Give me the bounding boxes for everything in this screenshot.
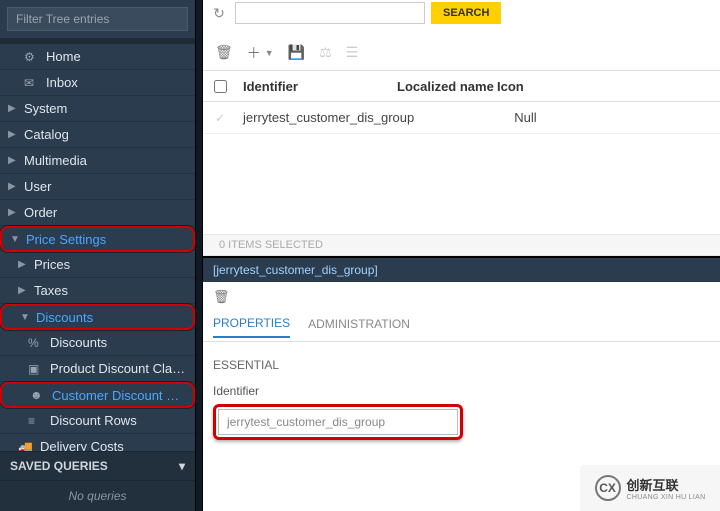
- table-empty-space: [203, 134, 720, 234]
- tag-icon: %: [28, 336, 44, 350]
- list-toolbar: 🗑 ＋ ▼ 💾 ⚖ ☰: [203, 36, 720, 70]
- section-essential: ESSENTIAL: [203, 342, 720, 378]
- sidebar-item-product-discount-classes[interactable]: ▣ Product Discount Classes: [0, 356, 195, 382]
- sidebar-item-label: Price Settings: [26, 232, 187, 247]
- filter-tree-input[interactable]: [7, 7, 188, 31]
- chevron-right-icon: ▶: [8, 181, 20, 192]
- saved-queries-title: SAVED QUERIES: [10, 459, 108, 473]
- sidebar-item-delivery-costs[interactable]: 🚚 Delivery Costs: [0, 434, 195, 451]
- sidebar-item-label: Inbox: [46, 75, 189, 90]
- results-table: Identifier Localized name Icon ✓ jerryte…: [203, 70, 720, 256]
- sidebar-item-label: Order: [24, 205, 189, 220]
- watermark-logo-icon: CX: [595, 475, 621, 501]
- vertical-splitter[interactable]: [195, 0, 203, 511]
- identifier-field-wrap: [203, 404, 720, 440]
- saved-queries-empty: No queries: [0, 481, 195, 511]
- sidebar-item-label: Prices: [34, 257, 189, 272]
- table-row[interactable]: ✓ jerrytest_customer_dis_group Null: [203, 102, 720, 134]
- cell-icon: Null: [514, 110, 720, 125]
- chevron-right-icon: ▶: [18, 285, 30, 296]
- sidebar-item-discount-rows[interactable]: ≡ Discount Rows: [0, 408, 195, 434]
- cell-identifier: jerrytest_customer_dis_group: [237, 110, 414, 125]
- list-icon[interactable]: ☰: [346, 44, 359, 61]
- col-localized[interactable]: Localized name: [397, 79, 497, 94]
- sidebar-item-label: Product Discount Classes: [50, 361, 189, 376]
- table-header-row: Identifier Localized name Icon: [203, 70, 720, 102]
- sidebar-item-inbox[interactable]: ✉ Inbox: [0, 70, 195, 96]
- highlight-box: [213, 404, 463, 440]
- sidebar-item-customer-discount-groups[interactable]: ☻ Customer Discount Groups: [0, 382, 195, 408]
- watermark-py: CHUANG XIN HU LIAN: [627, 494, 706, 501]
- sidebar-item-label: Taxes: [34, 283, 189, 298]
- globe-icon: ⚙: [24, 50, 40, 64]
- delete-icon[interactable]: 🗑: [215, 44, 233, 61]
- sidebar-item-label: System: [24, 101, 189, 116]
- detail-header: [jerrytest_customer_dis_group]: [203, 256, 720, 282]
- save-icon[interactable]: 💾: [288, 44, 305, 61]
- sidebar-item-catalog[interactable]: ▶ Catalog: [0, 122, 195, 148]
- sidebar-item-label: Discount Rows: [50, 413, 189, 428]
- funnel-icon[interactable]: ▾: [179, 459, 185, 473]
- watermark-text: 创新互联 CHUANG XIN HU LIAN: [627, 475, 706, 501]
- compare-icon[interactable]: ⚖: [319, 44, 332, 61]
- rows-icon: ≡: [28, 414, 44, 428]
- select-all-checkbox[interactable]: [214, 80, 227, 93]
- sidebar-item-label: Multimedia: [24, 153, 189, 168]
- watermark: CX 创新互联 CHUANG XIN HU LIAN: [580, 465, 720, 511]
- box-icon: ▣: [28, 362, 44, 376]
- chevron-right-icon: ▶: [8, 129, 20, 140]
- sidebar-item-multimedia[interactable]: ▶ Multimedia: [0, 148, 195, 174]
- sidebar-item-discounts-leaf[interactable]: % Discounts: [0, 330, 195, 356]
- chevron-right-icon: ▶: [8, 207, 20, 218]
- col-icon[interactable]: Icon: [497, 79, 720, 94]
- identifier-label: Identifier: [203, 378, 720, 404]
- sidebar-item-prices[interactable]: ▶ Prices: [0, 252, 195, 278]
- detail-toolbar: 🗑: [203, 282, 720, 312]
- sidebar-item-system[interactable]: ▶ System: [0, 96, 195, 122]
- search-row: ↻ SEARCH: [203, 0, 720, 26]
- filter-tree-wrap: [0, 0, 195, 38]
- sidebar-item-label: Discounts: [36, 310, 187, 325]
- chevron-right-icon: ▶: [8, 155, 20, 166]
- sidebar-item-label: Delivery Costs: [40, 439, 189, 451]
- users-icon: ☻: [30, 388, 46, 402]
- sidebar-item-label: Home: [46, 49, 189, 64]
- dropdown-caret-icon[interactable]: ▼: [265, 48, 274, 58]
- chevron-right-icon: ▶: [8, 103, 20, 114]
- saved-queries: SAVED QUERIES ▾ No queries: [0, 451, 195, 511]
- chevron-down-icon: ▼: [20, 312, 32, 323]
- nav-tree: ⚙ Home ✉ Inbox ▶ System ▶ Catalog ▶ Mult…: [0, 44, 195, 451]
- sidebar-item-order[interactable]: ▶ Order: [0, 200, 195, 226]
- main-area: ↻ SEARCH 🗑 ＋ ▼ 💾 ⚖ ☰ Identifier Localize…: [203, 0, 720, 511]
- tab-properties[interactable]: PROPERTIES: [213, 316, 290, 338]
- inbox-icon: ✉: [24, 76, 40, 90]
- search-input[interactable]: [235, 2, 425, 24]
- detail-title: [jerrytest_customer_dis_group]: [213, 263, 378, 277]
- chevron-right-icon: ▶: [18, 259, 30, 270]
- identifier-input[interactable]: [218, 409, 458, 435]
- chevron-down-icon: ▼: [10, 234, 22, 245]
- sidebar-item-user[interactable]: ▶ User: [0, 174, 195, 200]
- detail-tabs: PROPERTIES ADMINISTRATION: [203, 312, 720, 342]
- sidebar-item-taxes[interactable]: ▶ Taxes: [0, 278, 195, 304]
- sidebar-item-label: Discounts: [50, 335, 189, 350]
- sidebar-item-label: User: [24, 179, 189, 194]
- refresh-icon[interactable]: ↻: [209, 5, 229, 22]
- sidebar-item-home[interactable]: ⚙ Home: [0, 44, 195, 70]
- selection-count: 0 ITEMS SELECTED: [203, 234, 720, 256]
- search-button[interactable]: SEARCH: [431, 2, 501, 24]
- watermark-cn: 创新互联: [627, 475, 706, 494]
- col-identifier[interactable]: Identifier: [237, 79, 397, 94]
- check-icon[interactable]: ✓: [215, 111, 225, 125]
- saved-queries-header[interactable]: SAVED QUERIES ▾: [0, 451, 195, 481]
- add-icon[interactable]: ＋: [247, 43, 261, 63]
- sidebar-item-price-settings[interactable]: ▼ Price Settings: [0, 226, 195, 252]
- sidebar-item-label: Customer Discount Groups: [52, 388, 187, 403]
- sidebar-item-label: Catalog: [24, 127, 189, 142]
- sidebar: ⚙ Home ✉ Inbox ▶ System ▶ Catalog ▶ Mult…: [0, 0, 195, 511]
- delete-icon[interactable]: 🗑: [213, 289, 230, 305]
- truck-icon: 🚚: [18, 440, 34, 452]
- tab-administration[interactable]: ADMINISTRATION: [308, 317, 410, 337]
- sidebar-item-discounts[interactable]: ▼ Discounts: [0, 304, 195, 330]
